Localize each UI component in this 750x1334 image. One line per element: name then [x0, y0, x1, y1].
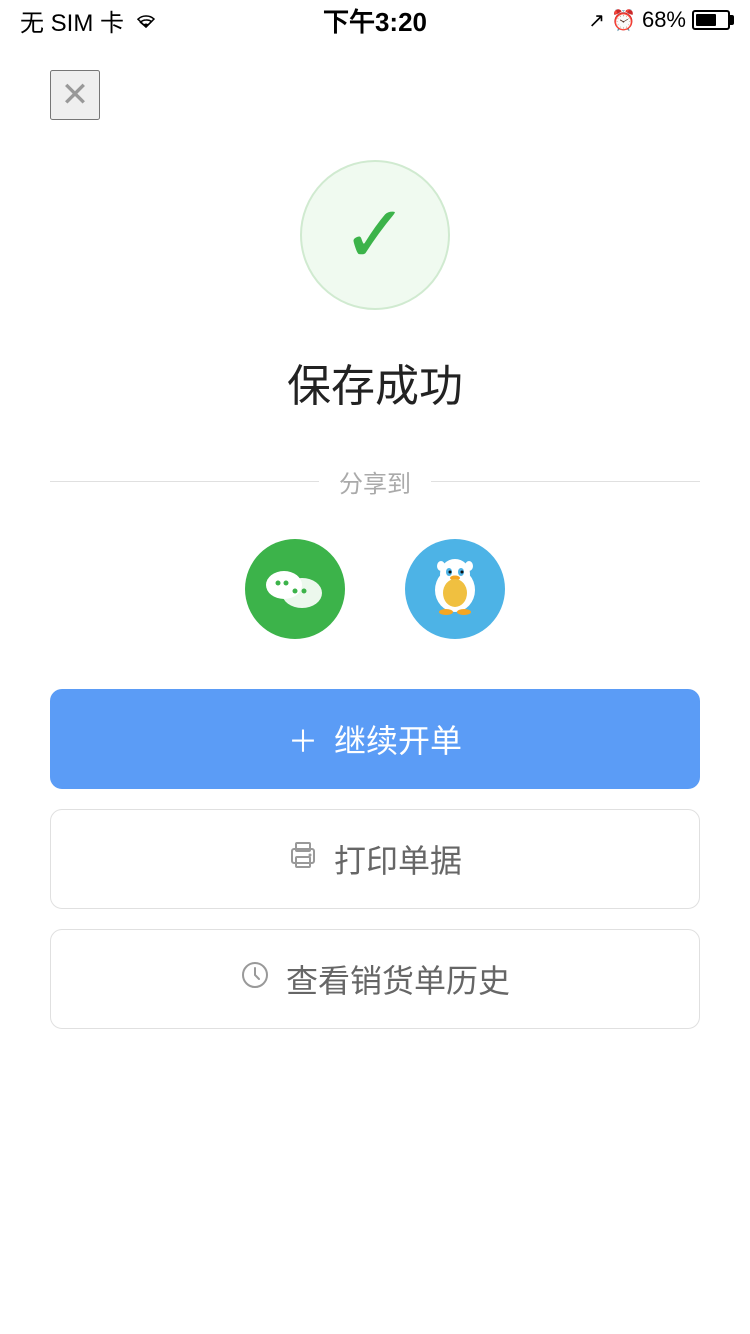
- battery-percent: 68%: [642, 7, 686, 33]
- wechat-share-button[interactable]: [245, 539, 345, 639]
- alarm-icon: ⏰: [611, 8, 636, 33]
- divider-row: 分享到: [50, 464, 700, 499]
- divider-line-right: [431, 481, 700, 482]
- battery-icon: [692, 10, 730, 30]
- share-label: 分享到: [339, 464, 411, 499]
- main-content: ✕ ✓ 保存成功 分享到: [0, 40, 750, 1334]
- carrier-text: 无 SIM 卡: [20, 3, 124, 38]
- history-button[interactable]: 查看销货单历史: [50, 929, 700, 1029]
- share-icons: [245, 539, 505, 639]
- close-icon: ✕: [61, 78, 90, 112]
- success-circle: ✓: [300, 160, 450, 310]
- continue-label: 继续开单: [334, 716, 462, 762]
- share-section: 分享到: [50, 464, 700, 639]
- wifi-icon: [132, 9, 160, 31]
- success-title: 保存成功: [287, 350, 463, 414]
- buttons-section: ＋ 继续开单 打印单据 查看销货单历史: [50, 689, 700, 1029]
- status-right: ↗ ⏰ 68%: [588, 7, 730, 33]
- wechat-icon: [264, 563, 326, 615]
- history-icon: [240, 960, 270, 998]
- close-button[interactable]: ✕: [50, 70, 100, 120]
- location-icon: ↗: [588, 8, 605, 33]
- print-label: 打印单据: [334, 836, 462, 882]
- qq-icon: [426, 558, 484, 620]
- status-time: 下午3:20: [323, 2, 427, 39]
- status-left: 无 SIM 卡: [20, 3, 160, 38]
- history-label: 查看销货单历史: [286, 956, 510, 1002]
- status-bar: 无 SIM 卡 下午3:20 ↗ ⏰ 68%: [0, 0, 750, 40]
- print-button[interactable]: 打印单据: [50, 809, 700, 909]
- divider-line-left: [50, 481, 319, 482]
- qq-share-button[interactable]: [405, 539, 505, 639]
- plus-icon: ＋: [288, 717, 318, 761]
- battery-fill: [696, 14, 716, 26]
- print-icon: [288, 841, 318, 877]
- checkmark-icon: ✓: [341, 195, 408, 275]
- continue-button[interactable]: ＋ 继续开单: [50, 689, 700, 789]
